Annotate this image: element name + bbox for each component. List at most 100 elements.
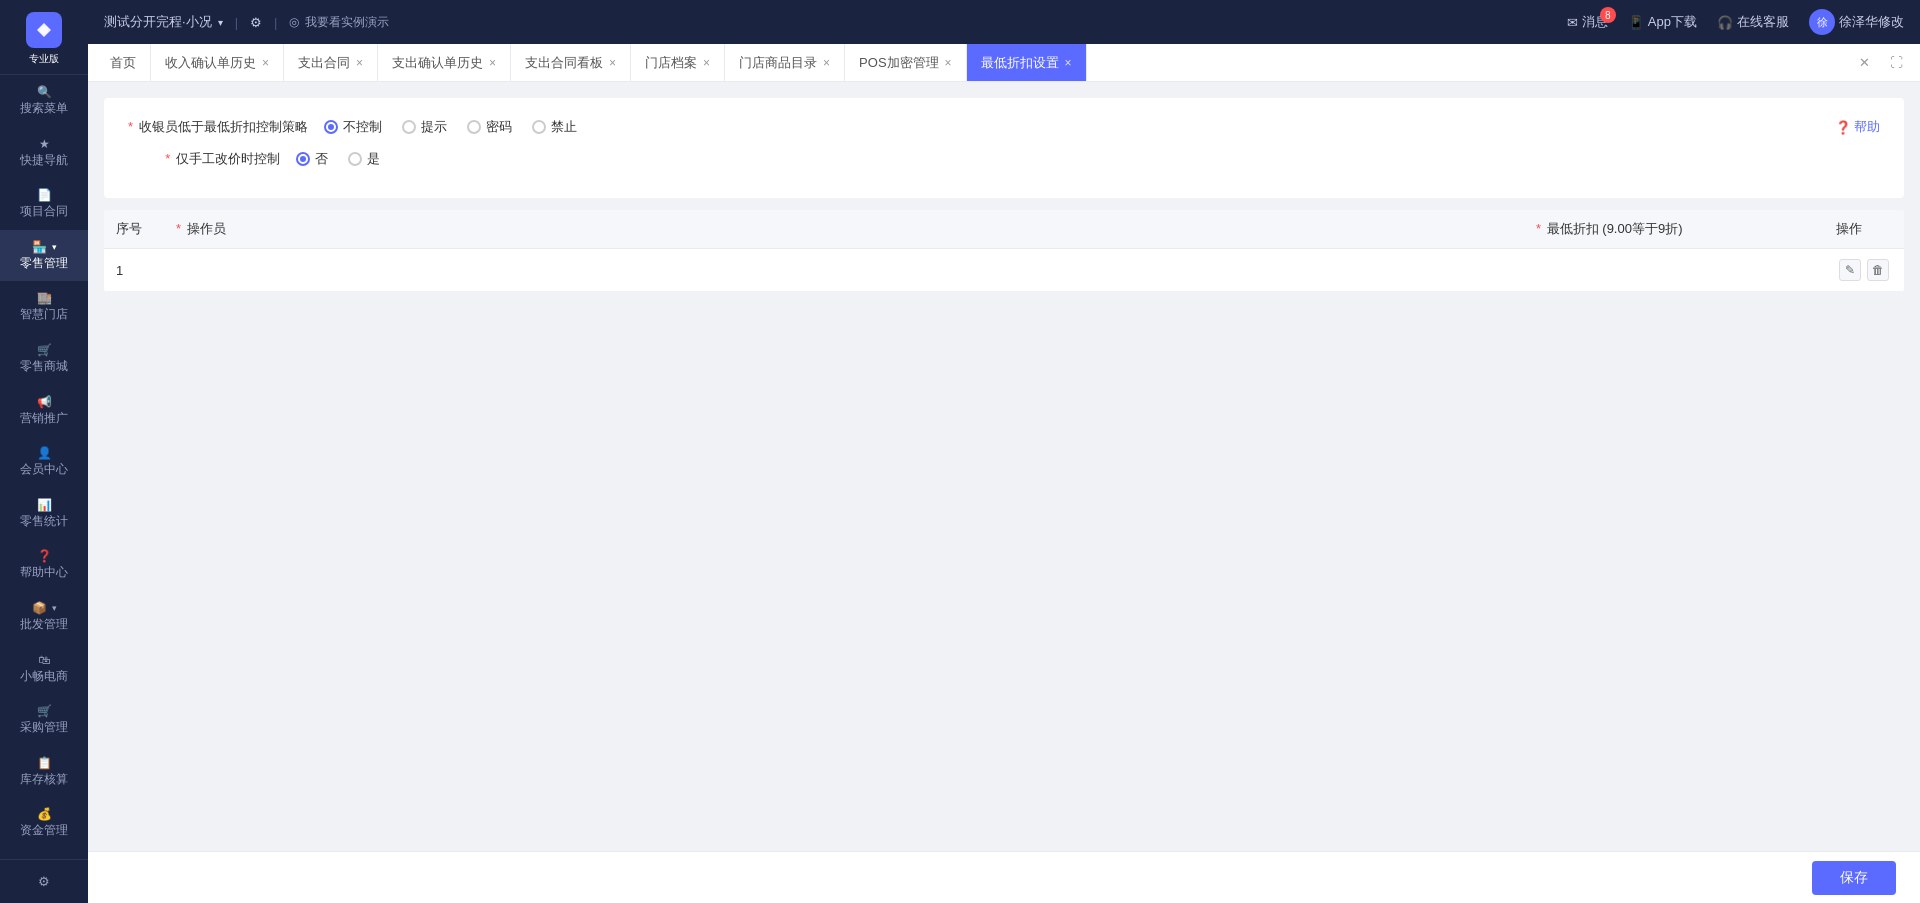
- smart-store-icon: 🏬: [37, 291, 52, 305]
- cell-no: 1: [104, 249, 164, 292]
- save-button[interactable]: 保存: [1812, 861, 1896, 895]
- tab-payment-contract[interactable]: 支出合同 ×: [284, 44, 378, 82]
- manual-label: * 仅手工改价时控制: [128, 150, 288, 168]
- radio-remind[interactable]: 提示: [402, 118, 447, 136]
- project-name: 测试分开完程·小况: [104, 13, 212, 31]
- online-support-btn[interactable]: 🎧 在线客服: [1717, 13, 1789, 31]
- tab-store-archive[interactable]: 门店档案 ×: [631, 44, 725, 82]
- tab-close-icon[interactable]: ×: [609, 57, 616, 69]
- radio-password[interactable]: 密码: [467, 118, 512, 136]
- help-icon: ❓: [1835, 120, 1851, 135]
- sidebar-nav: 🔍 搜索菜单 ★ 快捷导航 📄 项目合同 🏪 ▾ 零售管理 🏬 智慧门店: [0, 75, 88, 859]
- required-mark: *: [165, 151, 170, 166]
- tab-close-icon[interactable]: ×: [356, 57, 363, 69]
- help-link[interactable]: ❓ 帮助: [1835, 118, 1880, 136]
- required-mark: *: [128, 119, 133, 134]
- app-download-btn[interactable]: 📱 App下载: [1628, 13, 1697, 31]
- radio-no-control[interactable]: 不控制: [324, 118, 382, 136]
- tab-bar: 首页 收入确认单历史 × 支出合同 × 支出确认单历史 × 支出合同看板 × 门…: [88, 44, 1920, 82]
- tab-pos-password[interactable]: POS加密管理 ×: [845, 44, 966, 82]
- sidebar-item-label: 搜索菜单: [20, 101, 68, 117]
- user-avatar: 徐: [1809, 9, 1835, 35]
- tab-close-icon[interactable]: ×: [945, 57, 952, 69]
- tabbar-end: ✕ ⛶: [1852, 51, 1912, 75]
- sidebar-item-label: 营销推广: [20, 411, 68, 427]
- sidebar-item-accounting[interactable]: 📒 总账管理: [0, 849, 88, 859]
- cell-operator: [164, 249, 1524, 292]
- edit-icon: ✎: [1845, 263, 1855, 277]
- help-text: 帮助: [1854, 118, 1880, 136]
- sidebar-item-marketing[interactable]: 📢 营销推广: [0, 385, 88, 437]
- sidebar-item-label: 零售统计: [20, 514, 68, 530]
- sidebar-item-search[interactable]: 🔍 搜索菜单: [0, 75, 88, 127]
- strategy-form-row: * 收银员低于最低折扣控制策略 不控制 提示 密码: [128, 118, 1880, 136]
- message-btn[interactable]: ✉ 消息 8: [1567, 13, 1608, 31]
- tab-home[interactable]: 首页: [96, 44, 151, 82]
- sidebar-item-project-contract[interactable]: 📄 项目合同: [0, 178, 88, 230]
- tab-label: 支出合同: [298, 54, 350, 72]
- topbar: 测试分开完程·小况 ▾ | ⚙ | ◎ 我要看实例演示 ✉ 消息 8 📱 App…: [88, 0, 1920, 44]
- sidebar-item-help-center[interactable]: ❓ 帮助中心: [0, 539, 88, 591]
- tab-close-icon[interactable]: ×: [489, 57, 496, 69]
- delete-btn[interactable]: 🗑: [1867, 259, 1889, 281]
- dropdown-arrow-icon: ▾: [218, 17, 223, 28]
- sidebar-item-online-mall[interactable]: 🛒 零售商城: [0, 333, 88, 385]
- trash-icon: 🗑: [1872, 263, 1884, 277]
- cart-icon: 🛒: [37, 343, 52, 357]
- tab-close-icon[interactable]: ×: [823, 57, 830, 69]
- tab-close-icon[interactable]: ×: [1065, 57, 1072, 69]
- project-selector[interactable]: 测试分开完程·小况 ▾: [104, 13, 223, 31]
- manual-form-row: * 仅手工改价时控制 否 是: [128, 150, 1880, 168]
- tab-label: 支出确认单历史: [392, 54, 483, 72]
- page-content: * 收银员低于最低折扣控制策略 不控制 提示 密码: [88, 82, 1920, 851]
- demo-btn[interactable]: ◎ 我要看实例演示: [289, 14, 389, 31]
- app-download-label: App下载: [1648, 13, 1697, 31]
- tab-label: 门店档案: [645, 54, 697, 72]
- sidebar-item-label: 库存核算: [20, 772, 68, 788]
- sidebar-item-shortcut[interactable]: ★ 快捷导航: [0, 127, 88, 179]
- radio-no[interactable]: 否: [296, 150, 328, 168]
- strategy-label-text: 收银员低于最低折扣控制策略: [139, 119, 308, 134]
- tab-payment-confirm[interactable]: 支出确认单历史 ×: [378, 44, 511, 82]
- tab-min-discount[interactable]: 最低折扣设置 ×: [967, 44, 1087, 82]
- sidebar-settings[interactable]: ⚙: [0, 859, 88, 903]
- user-menu[interactable]: 徐 徐泽华修改: [1809, 9, 1904, 35]
- tab-close-icon[interactable]: ×: [703, 57, 710, 69]
- sidebar-item-retail-management[interactable]: 🏪 ▾ 零售管理: [0, 230, 88, 282]
- sidebar-item-member[interactable]: 👤 会员中心: [0, 436, 88, 488]
- radio-label: 是: [367, 150, 380, 168]
- tab-expand-btn[interactable]: ⛶: [1884, 51, 1908, 75]
- sidebar-item-label: 资金管理: [20, 823, 68, 839]
- help-icon: ❓: [37, 549, 52, 563]
- radio-yes[interactable]: 是: [348, 150, 380, 168]
- svg-point-0: [40, 26, 48, 34]
- demo-text: 我要看实例演示: [305, 14, 389, 31]
- sidebar-item-wholesale[interactable]: 📦 ▾ 批发管理: [0, 591, 88, 643]
- manual-radio-group: 否 是: [296, 150, 380, 168]
- tab-income-confirm[interactable]: 收入确认单历史 ×: [151, 44, 284, 82]
- edit-btn[interactable]: ✎: [1839, 259, 1861, 281]
- sidebar-item-ecommerce[interactable]: 🛍 小畅电商: [0, 643, 88, 695]
- store-icon: 🏪: [32, 240, 47, 254]
- sidebar-item-purchase[interactable]: 🛒 采购管理: [0, 694, 88, 746]
- form-card: * 收银员低于最低折扣控制策略 不控制 提示 密码: [104, 98, 1904, 198]
- th-operator: * 操作员: [164, 210, 1524, 249]
- settings-icon: ⚙: [38, 874, 50, 889]
- sidebar-item-label: 零售商城: [20, 359, 68, 375]
- tab-payment-board[interactable]: 支出合同看板 ×: [511, 44, 631, 82]
- radio-circle-checked: [296, 152, 310, 166]
- sidebar-item-retail-stats[interactable]: 📊 零售统计: [0, 488, 88, 540]
- tab-store-product[interactable]: 门店商品目录 ×: [725, 44, 845, 82]
- sidebar-item-inventory[interactable]: 📋 库存核算: [0, 746, 88, 798]
- settings-btn[interactable]: ⚙: [250, 15, 262, 30]
- sidebar-item-finance[interactable]: 💰 资金管理: [0, 797, 88, 849]
- tab-close-all-btn[interactable]: ✕: [1852, 51, 1876, 75]
- radio-forbid[interactable]: 禁止: [532, 118, 577, 136]
- topbar-left: 测试分开完程·小况 ▾ | ⚙ | ◎ 我要看实例演示: [104, 13, 389, 31]
- sidebar: 专业版 🔍 搜索菜单 ★ 快捷导航 📄 项目合同 🏪 ▾ 零售管理 🏬: [0, 0, 88, 903]
- topbar-right: ✉ 消息 8 📱 App下载 🎧 在线客服 徐 徐泽华修改: [1567, 9, 1904, 35]
- marketing-icon: 📢: [37, 395, 52, 409]
- chevron-down-icon: ▾: [52, 242, 57, 252]
- tab-close-icon[interactable]: ×: [262, 57, 269, 69]
- sidebar-item-smart-store[interactable]: 🏬 智慧门店: [0, 281, 88, 333]
